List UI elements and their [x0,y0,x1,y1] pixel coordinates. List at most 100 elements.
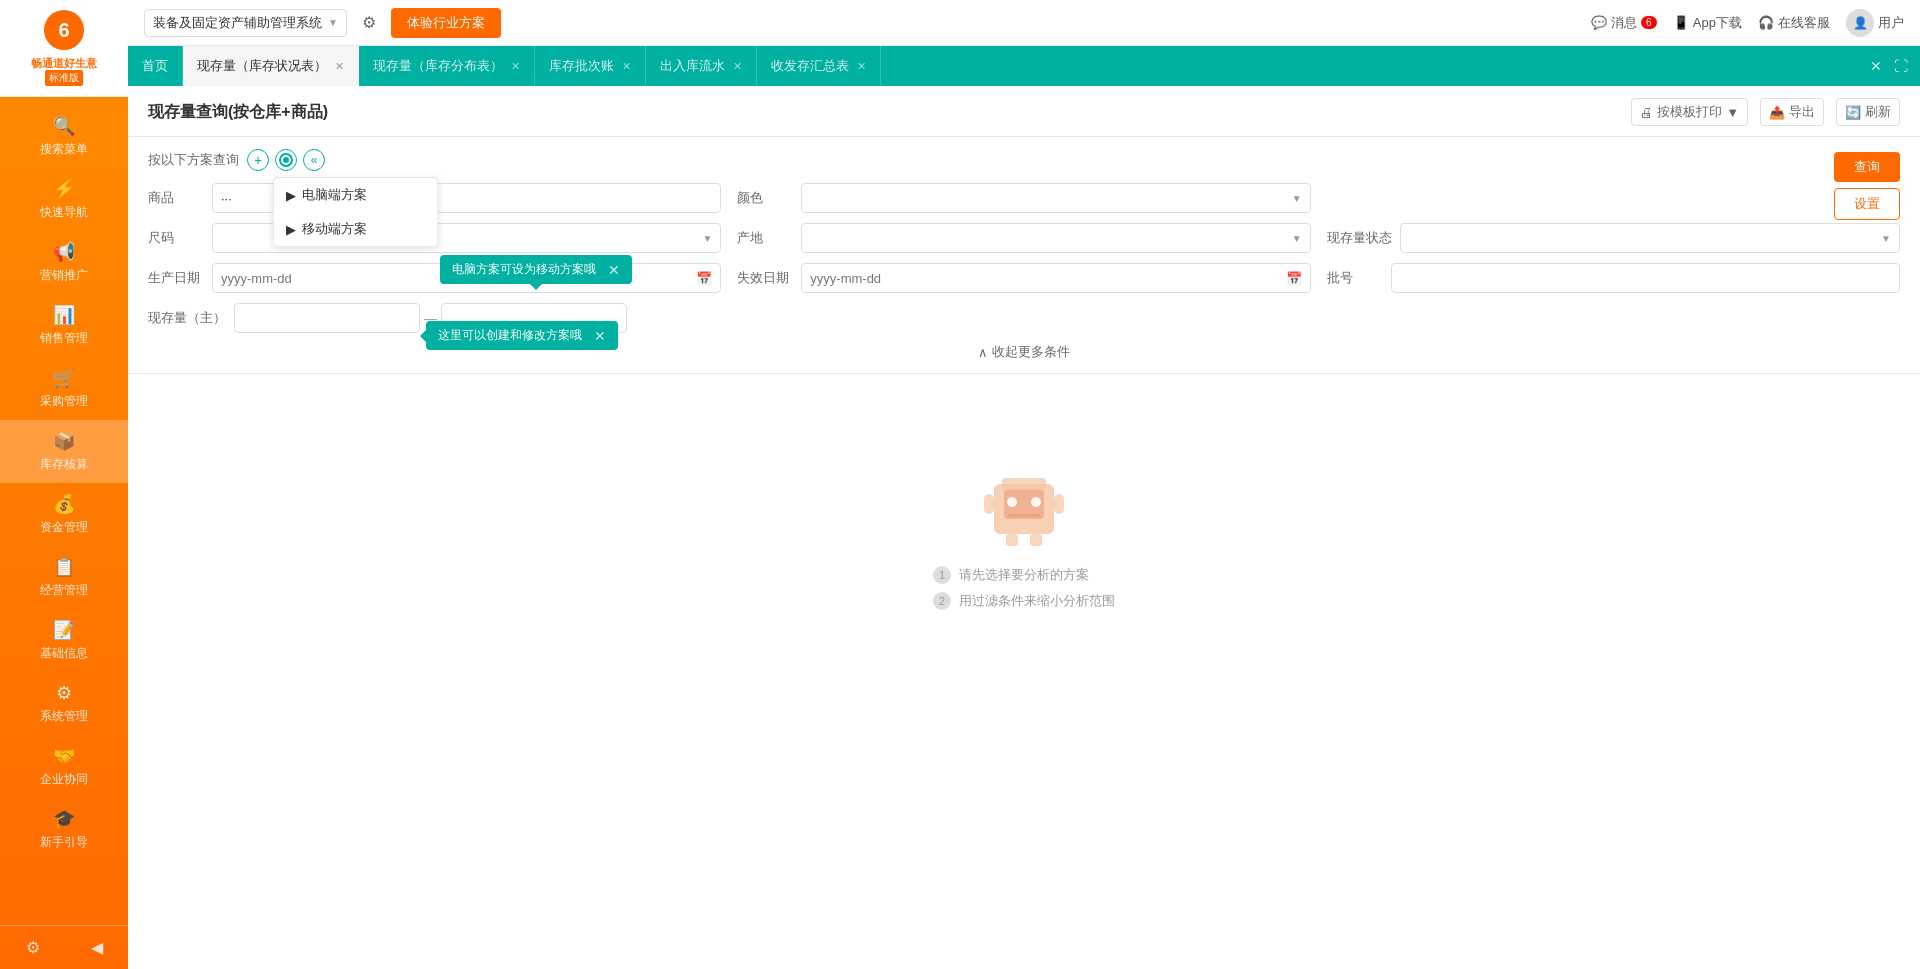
filter-color-label: 颜色 [737,189,793,207]
tab-close-all-btn[interactable]: ✕ [1866,54,1886,78]
message-btn[interactable]: 💬 消息 6 [1591,14,1657,32]
filter-batch-input[interactable] [1391,263,1900,293]
tab-batch-account[interactable]: 库存批次账 ✕ [535,46,646,86]
sidebar-item-quick-nav[interactable]: ⚡ 快速导航 [0,168,128,231]
sidebar-settings-btn[interactable]: ⚙ [18,934,48,961]
sidebar-item-system[interactable]: ⚙ 系统管理 [0,672,128,735]
sidebar-item-label: 销售管理 [40,330,88,347]
svg-rect-4 [1008,514,1040,517]
page-header: 现存量查询(按仓库+商品) 🖨 按模板打印 ▼ 📤 导出 🔄 刷新 [128,86,1920,137]
sidebar-item-basic-info[interactable]: 📝 基础信息 [0,609,128,672]
user-btn[interactable]: 👤 用户 [1846,9,1904,37]
quick-nav-icon: ⚡ [53,178,75,200]
tabbar: 首页 现存量（库存状况表） ✕ 现存量（库存分布表） ✕ 库存批次账 ✕ 出入库… [128,46,1920,86]
topbar-right: 💬 消息 6 📱 App下载 🎧 在线客服 👤 用户 [1591,9,1904,37]
tab-receipt-summary[interactable]: 收发存汇总表 ✕ [757,46,881,86]
tooltip2-text: 这里可以创建和修改方案哦 [438,327,582,344]
print-icon: 🖨 [1640,105,1653,120]
tab-batch-account-label: 库存批次账 [549,57,614,75]
system-name: 装备及固定资产辅助管理系统 [153,14,322,32]
sidebar-item-label: 营销推广 [40,267,88,284]
filter-size-label: 尺码 [148,229,204,247]
export-btn[interactable]: 📤 导出 [1760,98,1824,126]
tooltip1-text: 电脑方案可设为移动方案哦 [452,261,596,278]
industry-button[interactable]: 体验行业方案 [391,8,501,38]
filter-stock-qty-min[interactable] [234,303,420,333]
filter-origin-select[interactable]: ▼ [801,223,1310,253]
operations-icon: 📋 [53,556,75,578]
tab-home[interactable]: 首页 [128,46,183,86]
logo-text: 畅通道好生意 [31,56,97,70]
sidebar-item-sales[interactable]: 📊 销售管理 [0,294,128,357]
step-num-2: 2 [933,592,951,610]
calendar-icon-expiry: 📅 [1286,271,1302,286]
tab-home-label: 首页 [142,57,168,75]
scheme-panel: ▶ 电脑端方案 ▶ 移动端方案 [273,177,438,247]
filter-product-label: 商品 [148,189,204,207]
filter-color-select[interactable]: ▼ [801,183,1310,213]
logo-tag: 标准版 [45,70,83,86]
sidebar-item-operations[interactable]: 📋 经营管理 [0,546,128,609]
logo-icon: 6 [44,10,84,50]
filter-stock-status-select[interactable]: ▼ [1400,223,1900,253]
tooltip2-close[interactable]: ✕ [594,328,606,344]
empty-icon-svg [964,434,1084,554]
content-area: 现存量查询(按仓库+商品) 🖨 按模板打印 ▼ 📤 导出 🔄 刷新 [128,86,1920,969]
sidebar-item-label: 资金管理 [40,519,88,536]
desktop-scheme-label: 电脑端方案 [302,186,367,204]
sidebar-item-label: 企业协同 [40,771,88,788]
tab-in-out-flow[interactable]: 出入库流水 ✕ [646,46,757,86]
sidebar-item-search-menu[interactable]: 🔍 搜索菜单 [0,105,128,168]
tab-inventory-dist-close[interactable]: ✕ [511,60,520,73]
step-text-2: 用过滤条件来缩小分析范围 [959,592,1115,610]
empty-step-1: 1 请先选择要分析的方案 [933,566,1115,584]
scheme-item-mobile[interactable]: ▶ 移动端方案 [274,212,437,246]
action-btns-col: 查询 设置 [1834,152,1900,220]
empty-steps: 1 请先选择要分析的方案 2 用过滤条件来缩小分析范围 [933,566,1115,610]
support-btn[interactable]: 🎧 在线客服 [1758,14,1830,32]
tab-inventory-status[interactable]: 现存量（库存状况表） ✕ [183,46,359,86]
filter-stock-status-arrow: ▼ [1881,233,1891,244]
logo-area: 6 畅通道好生意 标准版 [0,0,128,97]
tab-receipt-summary-close[interactable]: ✕ [857,60,866,73]
search-button[interactable]: 查询 [1834,152,1900,182]
print-template-btn[interactable]: 🖨 按模板打印 ▼ [1631,98,1748,126]
tab-inventory-status-close[interactable]: ✕ [335,60,344,73]
filter-color-arrow: ▼ [1292,193,1302,204]
refresh-btn[interactable]: 🔄 刷新 [1836,98,1900,126]
gear-button[interactable]: ⚙ [355,9,383,37]
sidebar-footer: ⚙ ◀ [0,925,128,969]
sidebar-item-finance[interactable]: 💰 资金管理 [0,483,128,546]
svg-rect-8 [1006,534,1018,546]
system-selector[interactable]: 装备及固定资产辅助管理系统 ▼ [144,9,347,37]
sidebar-item-inventory[interactable]: 📦 库存核算 [0,420,128,483]
sidebar-collapse-btn[interactable]: ◀ [83,934,111,961]
sales-icon: 📊 [53,304,75,326]
filter-collapse-btn[interactable]: ∧ 收起更多条件 [148,343,1900,361]
app-download-btn[interactable]: 📱 App下载 [1673,14,1742,32]
filter-expiry-date-input[interactable]: 📅 [801,263,1310,293]
tab-action-btns: ✕ ⛶ [1866,54,1920,78]
tab-inventory-dist[interactable]: 现存量（库存分布表） ✕ [359,46,535,86]
scheme-item-desktop[interactable]: ▶ 电脑端方案 [274,178,437,212]
sidebar-item-guide[interactable]: 🎓 新手引导 [0,798,128,861]
empty-step-2: 2 用过滤条件来缩小分析范围 [933,592,1115,610]
tooltip1-close[interactable]: ✕ [608,262,620,278]
filter-expiry-date-field[interactable] [810,271,1285,286]
svg-rect-7 [1054,494,1064,514]
filter-add-btn[interactable]: + [247,149,269,171]
collapse-label: 收起更多条件 [992,343,1070,361]
sidebar-item-marketing[interactable]: 📢 营销推广 [0,231,128,294]
filter-row-3: 生产日期 📅 失效日期 📅 [148,263,1900,293]
tab-fullscreen-btn[interactable]: ⛶ [1890,54,1912,78]
tab-in-out-flow-label: 出入库流水 [660,57,725,75]
sidebar-item-enterprise[interactable]: 🤝 企业协同 [0,735,128,798]
sidebar-item-purchase[interactable]: 🛒 采购管理 [0,357,128,420]
tab-in-out-flow-close[interactable]: ✕ [733,60,742,73]
export-icon: 📤 [1769,105,1785,120]
reset-button[interactable]: 设置 [1834,188,1900,220]
sidebar-item-label: 系统管理 [40,708,88,725]
filter-back-btn[interactable]: « [303,149,325,171]
tab-batch-account-close[interactable]: ✕ [622,60,631,73]
support-label: 在线客服 [1778,14,1830,32]
